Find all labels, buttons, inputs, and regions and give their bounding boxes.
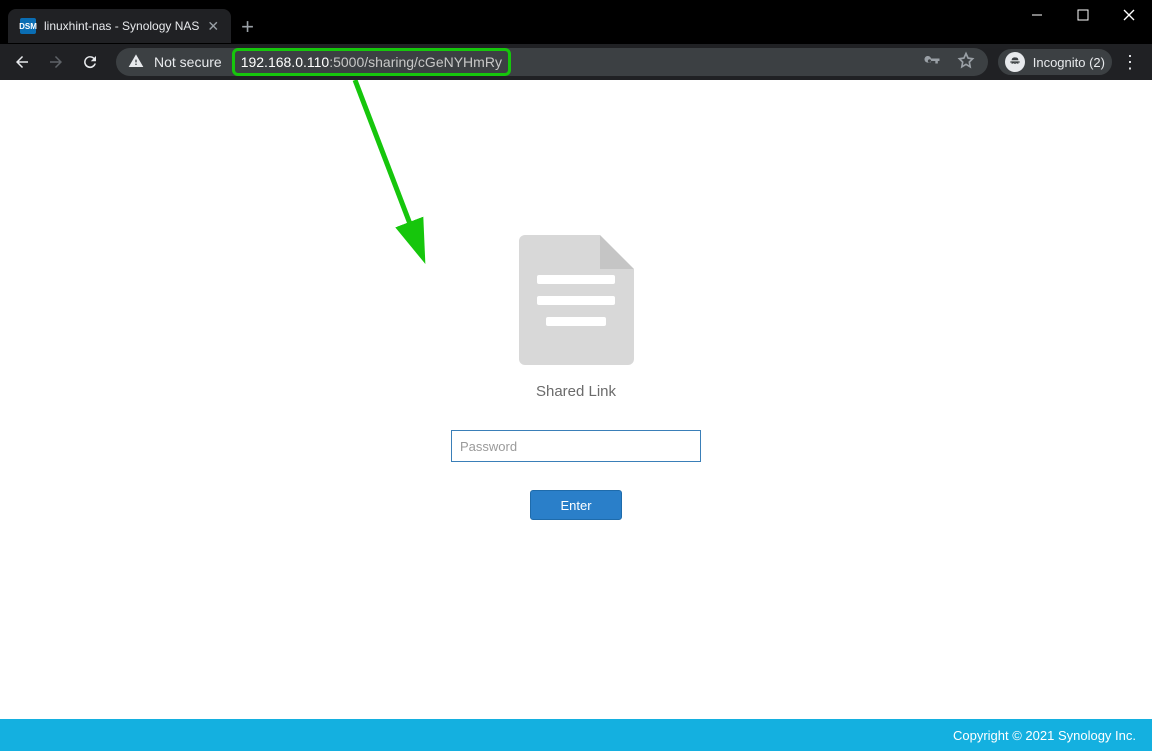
menu-button[interactable]: ⋮ <box>1114 46 1146 78</box>
url-highlight-box: 192.168.0.110:5000/sharing/cGeNYHmRy <box>232 48 511 76</box>
forward-button[interactable] <box>40 46 72 78</box>
document-icon <box>519 235 634 365</box>
content-area: Shared Link Enter <box>0 80 1152 719</box>
shared-link-panel: Shared Link Enter <box>451 235 701 520</box>
enter-button[interactable]: Enter <box>530 490 622 520</box>
tab-strip: DSM linuxhint-nas - Synology NAS ✕ + <box>0 0 254 44</box>
password-key-icon[interactable] <box>922 51 942 74</box>
close-tab-icon[interactable]: ✕ <box>207 18 219 35</box>
reload-button[interactable] <box>74 46 106 78</box>
address-bar[interactable]: Not secure 192.168.0.110:5000/sharing/cG… <box>116 48 988 76</box>
omnibox-actions <box>922 51 976 74</box>
url-path: :5000/sharing/cGeNYHmRy <box>329 54 502 70</box>
new-tab-button[interactable]: + <box>241 16 254 38</box>
incognito-indicator[interactable]: Incognito (2) <box>998 49 1112 75</box>
browser-toolbar: Not secure 192.168.0.110:5000/sharing/cG… <box>0 44 1152 80</box>
incognito-icon <box>1005 52 1025 72</box>
incognito-label: Incognito (2) <box>1033 55 1105 70</box>
not-secure-icon <box>128 53 144 72</box>
back-button[interactable] <box>6 46 38 78</box>
window-titlebar: DSM linuxhint-nas - Synology NAS ✕ + <box>0 0 1152 44</box>
not-secure-label: Not secure <box>154 54 222 70</box>
shared-link-label: Shared Link <box>536 383 616 400</box>
window-controls <box>1014 0 1152 30</box>
page-body: Shared Link Enter Copyright © 2021 Synol… <box>0 80 1152 751</box>
footer-copyright: Copyright © 2021 Synology Inc. <box>953 728 1136 743</box>
tab-title: linuxhint-nas - Synology NAS <box>44 19 199 33</box>
url-domain: 192.168.0.110 <box>241 54 330 70</box>
close-icon[interactable] <box>1106 0 1152 30</box>
password-input[interactable] <box>451 430 701 462</box>
footer-bar: Copyright © 2021 Synology Inc. <box>0 719 1152 751</box>
tab-favicon-icon: DSM <box>20 18 36 34</box>
document-fold-icon <box>600 235 634 269</box>
browser-tab[interactable]: DSM linuxhint-nas - Synology NAS ✕ <box>8 9 231 43</box>
minimize-icon[interactable] <box>1014 0 1060 30</box>
maximize-icon[interactable] <box>1060 0 1106 30</box>
bookmark-star-icon[interactable] <box>956 51 976 74</box>
